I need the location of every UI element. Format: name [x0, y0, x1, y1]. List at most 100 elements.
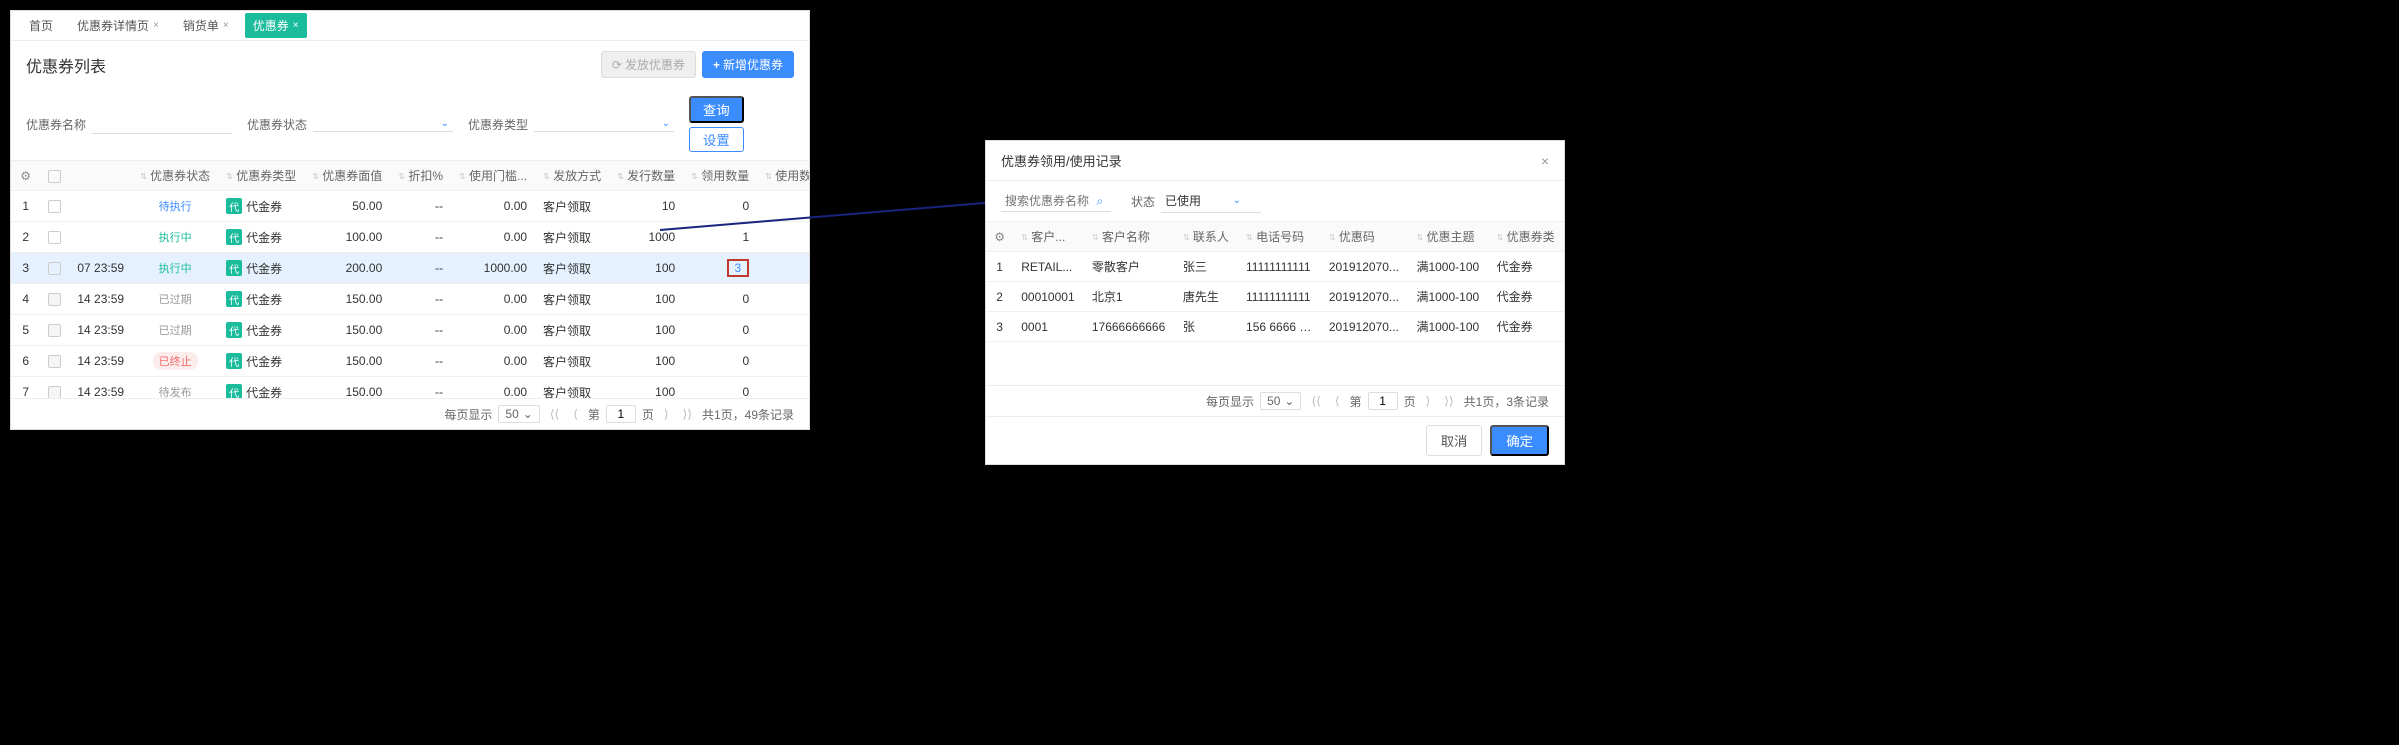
- row-time: 14 23:59: [69, 284, 132, 315]
- checkbox-all[interactable]: [48, 170, 61, 183]
- table-row[interactable]: 5 14 23:59 已过期 代代金券 150.00 -- 0.00 客户领取 …: [11, 315, 809, 346]
- tab-sales[interactable]: 销货单×: [175, 13, 237, 38]
- search-button[interactable]: 查询: [689, 96, 744, 123]
- threshold: 0.00: [451, 346, 535, 377]
- tab-detail[interactable]: 优惠券详情页×: [69, 13, 167, 38]
- next-page-icon[interactable]: ⟩: [1422, 394, 1435, 408]
- settings-button[interactable]: 设置: [689, 127, 744, 152]
- first-page-icon[interactable]: ⟨⟨: [546, 407, 563, 421]
- filter-buttons: 查询 设置: [689, 96, 744, 152]
- row-checkbox[interactable]: [48, 262, 61, 275]
- total-text: 共1页，3条记录: [1464, 393, 1549, 410]
- state-select[interactable]: 已使用⌄: [1161, 189, 1261, 213]
- page-input[interactable]: [606, 405, 636, 423]
- voucher-icon: 代: [226, 229, 242, 245]
- col-discount[interactable]: ⇅ 折扣%: [390, 161, 451, 191]
- table-row[interactable]: 6 14 23:59 已终止 代代金券 150.00 -- 0.00 客户领取 …: [11, 346, 809, 377]
- per-page-select[interactable]: 50⌄: [498, 405, 539, 423]
- page-input[interactable]: [1368, 392, 1398, 410]
- close-icon[interactable]: ×: [223, 20, 229, 31]
- prev-page-icon[interactable]: ⟨: [569, 407, 582, 421]
- table-row[interactable]: 3 0001 17666666666 张 156 6666 … 20191207…: [986, 312, 1564, 342]
- status-badge: 执行中: [154, 228, 197, 246]
- col-contact[interactable]: ⇅ 联系人: [1175, 222, 1238, 252]
- close-icon[interactable]: ×: [293, 20, 299, 31]
- claim-qty[interactable]: 1: [683, 222, 757, 253]
- coupon-name-input[interactable]: [92, 115, 232, 134]
- row-num: 6: [11, 346, 40, 377]
- row-num: 2: [986, 282, 1013, 312]
- next-page-icon[interactable]: ⟩: [660, 407, 673, 421]
- tab-coupon-label: 优惠券: [253, 17, 289, 34]
- sort-icon: ⇅: [398, 173, 405, 181]
- usage-record-modal: 优惠券领用/使用记录 × ⌕ 状态 已使用⌄ ⚙ ⇅ 客户... ⇅ 客户名称 …: [985, 140, 1565, 465]
- col-claim-qty[interactable]: ⇅ 领用数量: [683, 161, 757, 191]
- col-threshold[interactable]: ⇅ 使用门槛...: [451, 161, 535, 191]
- table-row[interactable]: 1 RETAIL... 零散客户 张三 11111111111 20191207…: [986, 252, 1564, 282]
- col-status[interactable]: ⇅ 优惠券状态: [132, 161, 218, 191]
- face-value: 150.00: [304, 377, 390, 399]
- per-page-select[interactable]: 50⌄: [1260, 392, 1301, 410]
- table-row[interactable]: 2 00010001 北京1 唐先生 11111111111 201912070…: [986, 282, 1564, 312]
- table-row[interactable]: 1 待执行 代代金券 50.00 -- 0.00 客户领取 10 0 0 ↗ ▦: [11, 191, 809, 222]
- tabs: 首页 优惠券详情页× 销货单× 优惠券 ×: [11, 11, 809, 41]
- row-num: 5: [11, 315, 40, 346]
- search-icon[interactable]: ⌕: [1096, 194, 1103, 208]
- col-face[interactable]: ⇅ 优惠券面值: [304, 161, 390, 191]
- claim-qty[interactable]: 0: [683, 284, 757, 315]
- ok-button[interactable]: 确定: [1490, 425, 1549, 456]
- sort-icon: ⇅: [691, 173, 698, 181]
- claim-qty[interactable]: 0: [683, 191, 757, 222]
- col-phone[interactable]: ⇅ 电话号码: [1238, 222, 1321, 252]
- col-sub[interactable]: ⇅ 优惠主题: [1408, 222, 1488, 252]
- voucher-icon: 代: [226, 291, 242, 307]
- issue-coupon-button[interactable]: ⟳发放优惠券: [601, 51, 696, 78]
- subject: 满1000-100: [1408, 282, 1488, 312]
- first-page-icon[interactable]: ⟨⟨: [1307, 394, 1324, 408]
- table-row[interactable]: 3 07 23:59 执行中 代代金券 200.00 -- 1000.00 客户…: [11, 253, 809, 284]
- cancel-button[interactable]: 取消: [1426, 425, 1483, 456]
- table-row[interactable]: 2 执行中 代代金券 100.00 -- 0.00 客户领取 1000 1 0 …: [11, 222, 809, 253]
- add-coupon-button[interactable]: +新增优惠券: [702, 51, 794, 78]
- tab-home[interactable]: 首页: [21, 13, 61, 38]
- table-row[interactable]: 4 14 23:59 已过期 代代金券 150.00 -- 0.00 客户领取 …: [11, 284, 809, 315]
- col-type[interactable]: ⇅ 优惠券类型: [218, 161, 304, 191]
- table-row[interactable]: 7 14 23:59 待发布 代代金券 150.00 -- 0.00 客户领取 …: [11, 377, 809, 399]
- status-select[interactable]: ⌄: [313, 116, 453, 132]
- gear-icon[interactable]: ⚙: [20, 169, 31, 183]
- last-page-icon[interactable]: ⟩⟩: [679, 407, 696, 421]
- search-input[interactable]: [1001, 191, 1111, 212]
- col-use-qty[interactable]: ⇅ 使用数量: [757, 161, 809, 191]
- gear-icon[interactable]: ⚙: [994, 230, 1005, 244]
- tab-coupon[interactable]: 优惠券 ×: [245, 13, 307, 38]
- coupon-type: 代金券: [1489, 312, 1564, 342]
- threshold: 0.00: [451, 377, 535, 399]
- col-cust[interactable]: ⇅ 客户...: [1013, 222, 1084, 252]
- close-icon[interactable]: ×: [1541, 153, 1549, 169]
- col-ctype[interactable]: ⇅ 优惠券类: [1489, 222, 1564, 252]
- type-select[interactable]: ⌄: [534, 116, 674, 132]
- claim-qty-highlight[interactable]: 3: [727, 259, 750, 277]
- claim-qty[interactable]: 0: [683, 346, 757, 377]
- discount: --: [390, 284, 451, 315]
- row-checkbox[interactable]: [48, 200, 61, 213]
- phone: 11111111111: [1238, 252, 1321, 282]
- col-cname[interactable]: ⇅ 客户名称: [1084, 222, 1175, 252]
- col-issue-qty[interactable]: ⇅ 发行数量: [609, 161, 683, 191]
- claim-qty[interactable]: 0: [683, 377, 757, 399]
- claim-qty[interactable]: 3: [683, 253, 757, 284]
- issue-mode: 客户领取: [535, 346, 609, 377]
- claim-qty[interactable]: 0: [683, 315, 757, 346]
- prev-page-icon[interactable]: ⟨: [1331, 394, 1344, 408]
- col-code[interactable]: ⇅ 优惠码: [1321, 222, 1409, 252]
- filter-bar: 优惠券名称 优惠券状态 ⌄ 优惠券类型 ⌄ 查询 设置: [11, 88, 809, 160]
- row-checkbox[interactable]: [48, 231, 61, 244]
- threshold: 1000.00: [451, 253, 535, 284]
- chevron-down-icon: ⌄: [1233, 195, 1241, 206]
- use-qty: 0: [757, 284, 809, 315]
- close-icon[interactable]: ×: [153, 20, 159, 31]
- use-qty: 0: [757, 346, 809, 377]
- last-page-icon[interactable]: ⟩⟩: [1440, 394, 1457, 408]
- sort-icon: ⇅: [765, 173, 772, 181]
- col-issue-mode[interactable]: ⇅ 发放方式: [535, 161, 609, 191]
